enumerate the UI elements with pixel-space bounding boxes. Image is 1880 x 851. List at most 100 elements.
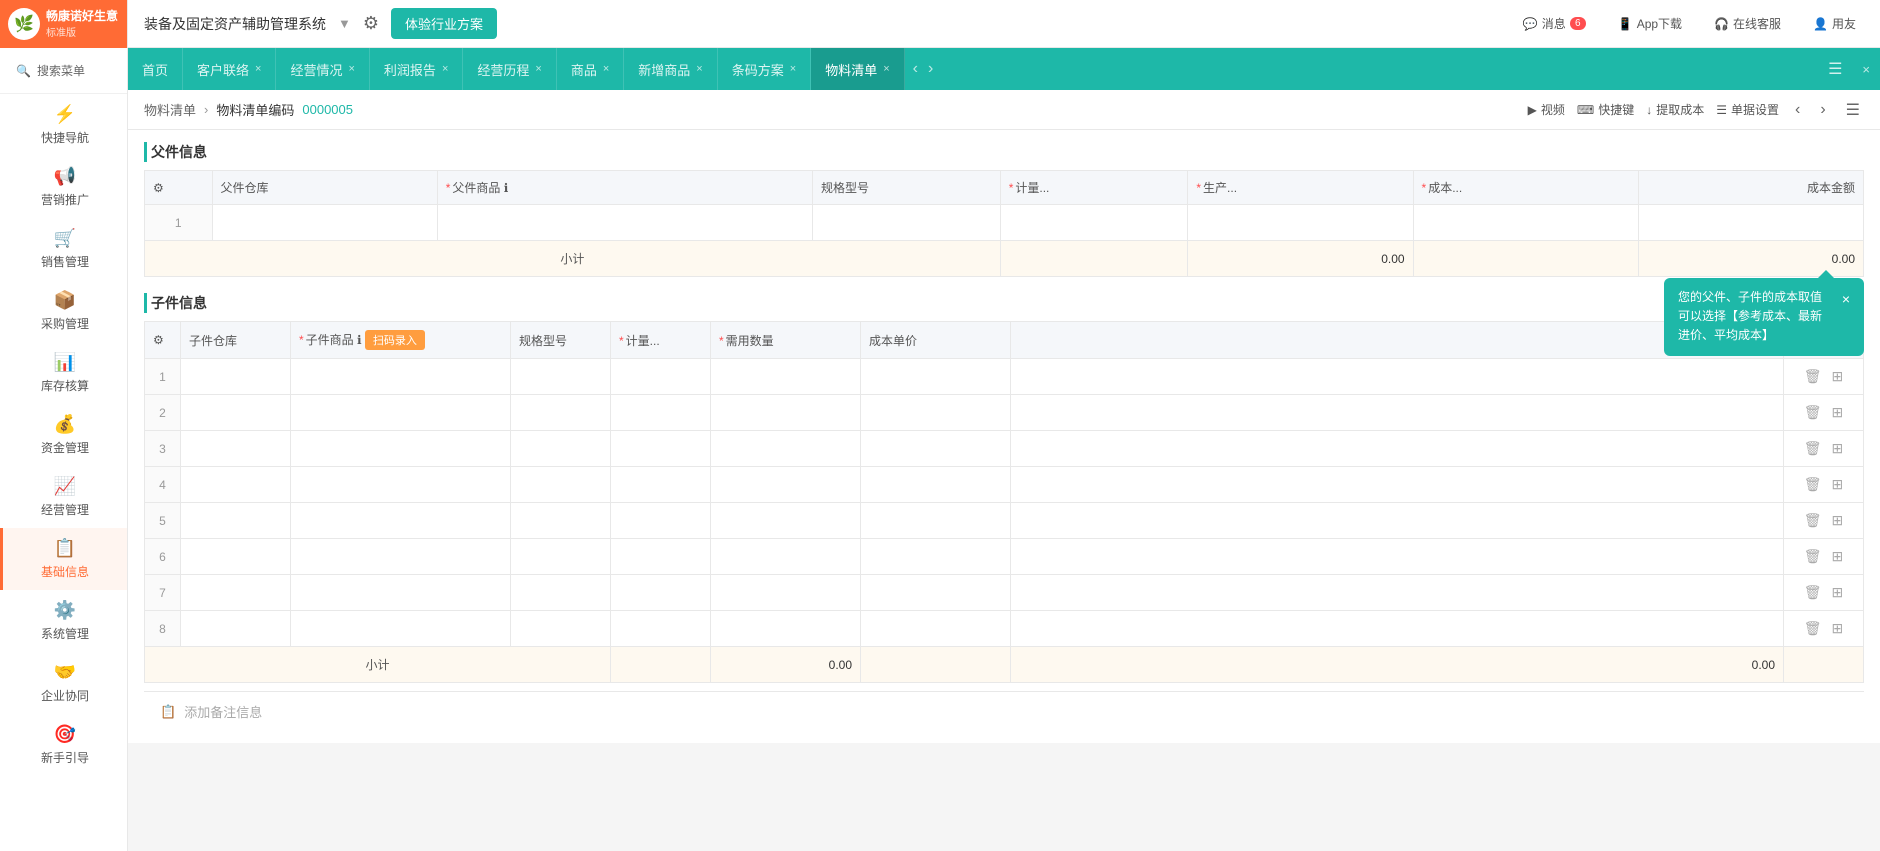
tab-close-icon[interactable]: × (348, 63, 354, 75)
child-cell-unit[interactable] (611, 611, 711, 647)
add-row-btn[interactable]: ⊞ (1830, 510, 1846, 531)
child-cell-cost-amount[interactable] (1011, 395, 1784, 431)
extract-cost-btn[interactable]: ↓ 提取成本 (1646, 101, 1704, 118)
sidebar-item-system[interactable]: ⚙️ 系统管理 (0, 590, 127, 652)
tab-new-goods[interactable]: 新增商品 × (624, 48, 717, 90)
message-action[interactable]: 💬 消息 6 (1515, 11, 1594, 36)
child-cell-unit[interactable] (611, 503, 711, 539)
child-cell-needed[interactable] (711, 503, 861, 539)
child-cell-cost-amount[interactable] (1011, 539, 1784, 575)
sidebar-item-enterprise[interactable]: 🤝 企业协同 (0, 652, 127, 714)
add-row-btn[interactable]: ⊞ (1830, 366, 1846, 387)
tab-close-icon[interactable]: × (535, 63, 541, 75)
parent-cell-production[interactable] (1188, 205, 1413, 241)
child-cell-spec[interactable] (511, 467, 611, 503)
single-settings-btn[interactable]: ☰ 单据设置 (1716, 101, 1779, 118)
trial-button[interactable]: 体验行业方案 (391, 8, 497, 39)
sidebar-item-quick-nav[interactable]: ⚡ 快捷导航 (0, 94, 127, 156)
child-cell-needed[interactable] (711, 359, 861, 395)
child-cell-spec[interactable] (511, 539, 611, 575)
child-cell-cost-amount[interactable] (1011, 359, 1784, 395)
child-cell-unit[interactable] (611, 359, 711, 395)
parent-col-setting[interactable]: ⚙ (145, 171, 213, 205)
shortcut-btn[interactable]: ⌨ 快捷键 (1577, 101, 1634, 118)
delete-row-btn[interactable]: 🗑 (1802, 438, 1824, 459)
child-cell-unit-cost[interactable] (861, 359, 1011, 395)
online-service-action[interactable]: 🎧 在线客服 (1706, 11, 1789, 36)
child-cell-spec[interactable] (511, 395, 611, 431)
add-row-btn[interactable]: ⊞ (1830, 474, 1846, 495)
breadcrumb-list[interactable]: 物料清单 (144, 100, 196, 119)
child-cell-warehouse[interactable] (181, 431, 291, 467)
child-cell-unit-cost[interactable] (861, 431, 1011, 467)
child-cell-warehouse[interactable] (181, 467, 291, 503)
child-cell-cost-amount[interactable] (1011, 467, 1784, 503)
tab-operation-status[interactable]: 经营情况 × (276, 48, 369, 90)
view-btn[interactable]: ▶ 视频 (1528, 101, 1565, 118)
sidebar-item-basic-info[interactable]: 📋 基础信息 (0, 528, 127, 590)
nav-next-btn[interactable]: › (924, 58, 937, 80)
parent-cell-unit[interactable] (1000, 205, 1188, 241)
scan-btn[interactable]: 扫码录入 (365, 330, 425, 350)
child-cell-warehouse[interactable] (181, 359, 291, 395)
add-row-btn[interactable]: ⊞ (1830, 402, 1846, 423)
child-cell-unit[interactable] (611, 395, 711, 431)
child-cell-unit-cost[interactable] (861, 611, 1011, 647)
add-row-btn[interactable]: ⊞ (1830, 582, 1846, 603)
child-cell-warehouse[interactable] (181, 539, 291, 575)
nav-prev-btn[interactable]: ‹ (909, 58, 922, 80)
toolbar-menu-btn[interactable]: ☰ (1842, 98, 1864, 122)
child-cell-unit-cost[interactable] (861, 575, 1011, 611)
delete-row-btn[interactable]: 🗑 (1802, 618, 1824, 639)
child-cell-spec[interactable] (511, 359, 611, 395)
search-menu-btn[interactable]: 🔍 搜索菜单 (8, 56, 119, 85)
child-cell-spec[interactable] (511, 575, 611, 611)
child-cell-goods[interactable] (291, 503, 511, 539)
delete-row-btn[interactable]: 🗑 (1802, 582, 1824, 603)
settings-button[interactable]: ⚙ (363, 13, 379, 34)
close-tab-icon[interactable]: × (1852, 62, 1880, 77)
user-action[interactable]: 👤 用友 (1805, 11, 1864, 36)
tab-bom[interactable]: 物料清单 × (811, 48, 904, 90)
parent-cell-cost-amount[interactable] (1638, 205, 1863, 241)
tab-history[interactable]: 经营历程 × (463, 48, 556, 90)
delete-row-btn[interactable]: 🗑 (1802, 366, 1824, 387)
tab-close-icon[interactable]: × (603, 63, 609, 75)
tab-barcode[interactable]: 条码方案 × (718, 48, 811, 90)
sidebar-item-guide[interactable]: 🎯 新手引导 (0, 714, 127, 776)
child-cell-goods[interactable] (291, 395, 511, 431)
child-cell-cost-amount[interactable] (1011, 611, 1784, 647)
child-cell-warehouse[interactable] (181, 611, 291, 647)
child-cell-unit[interactable] (611, 575, 711, 611)
sidebar-item-sales[interactable]: 🛒 销售管理 (0, 218, 127, 280)
child-cell-unit[interactable] (611, 539, 711, 575)
sidebar-item-marketing[interactable]: 📢 营销推广 (0, 156, 127, 218)
child-cell-unit-cost[interactable] (861, 503, 1011, 539)
child-cell-cost-amount[interactable] (1011, 431, 1784, 467)
child-cell-warehouse[interactable] (181, 395, 291, 431)
child-cell-unit-cost[interactable] (861, 467, 1011, 503)
parent-cell-spec[interactable] (813, 205, 1001, 241)
tab-home[interactable]: 首页 (128, 48, 183, 90)
tab-close-icon[interactable]: × (696, 63, 702, 75)
child-cell-spec[interactable] (511, 431, 611, 467)
child-cell-cost-amount[interactable] (1011, 575, 1784, 611)
add-row-btn[interactable]: ⊞ (1830, 438, 1846, 459)
delete-row-btn[interactable]: 🗑 (1802, 546, 1824, 567)
child-cell-goods[interactable] (291, 467, 511, 503)
sidebar-item-purchase[interactable]: 📦 采购管理 (0, 280, 127, 342)
add-row-btn[interactable]: ⊞ (1830, 546, 1846, 567)
child-cell-needed[interactable] (711, 575, 861, 611)
child-cell-warehouse[interactable] (181, 503, 291, 539)
child-cell-needed[interactable] (711, 611, 861, 647)
sidebar-item-inventory[interactable]: 📊 库存核算 (0, 342, 127, 404)
toolbar-next-btn[interactable]: › (1816, 99, 1829, 121)
parent-cell-goods[interactable] (437, 205, 812, 241)
child-cell-unit-cost[interactable] (861, 539, 1011, 575)
sidebar-item-finance[interactable]: 💰 资金管理 (0, 404, 127, 466)
child-cell-warehouse[interactable] (181, 575, 291, 611)
delete-row-btn[interactable]: 🗑 (1802, 402, 1824, 423)
tab-profit[interactable]: 利润报告 × (370, 48, 463, 90)
child-cell-cost-amount[interactable] (1011, 503, 1784, 539)
child-cell-needed[interactable] (711, 467, 861, 503)
